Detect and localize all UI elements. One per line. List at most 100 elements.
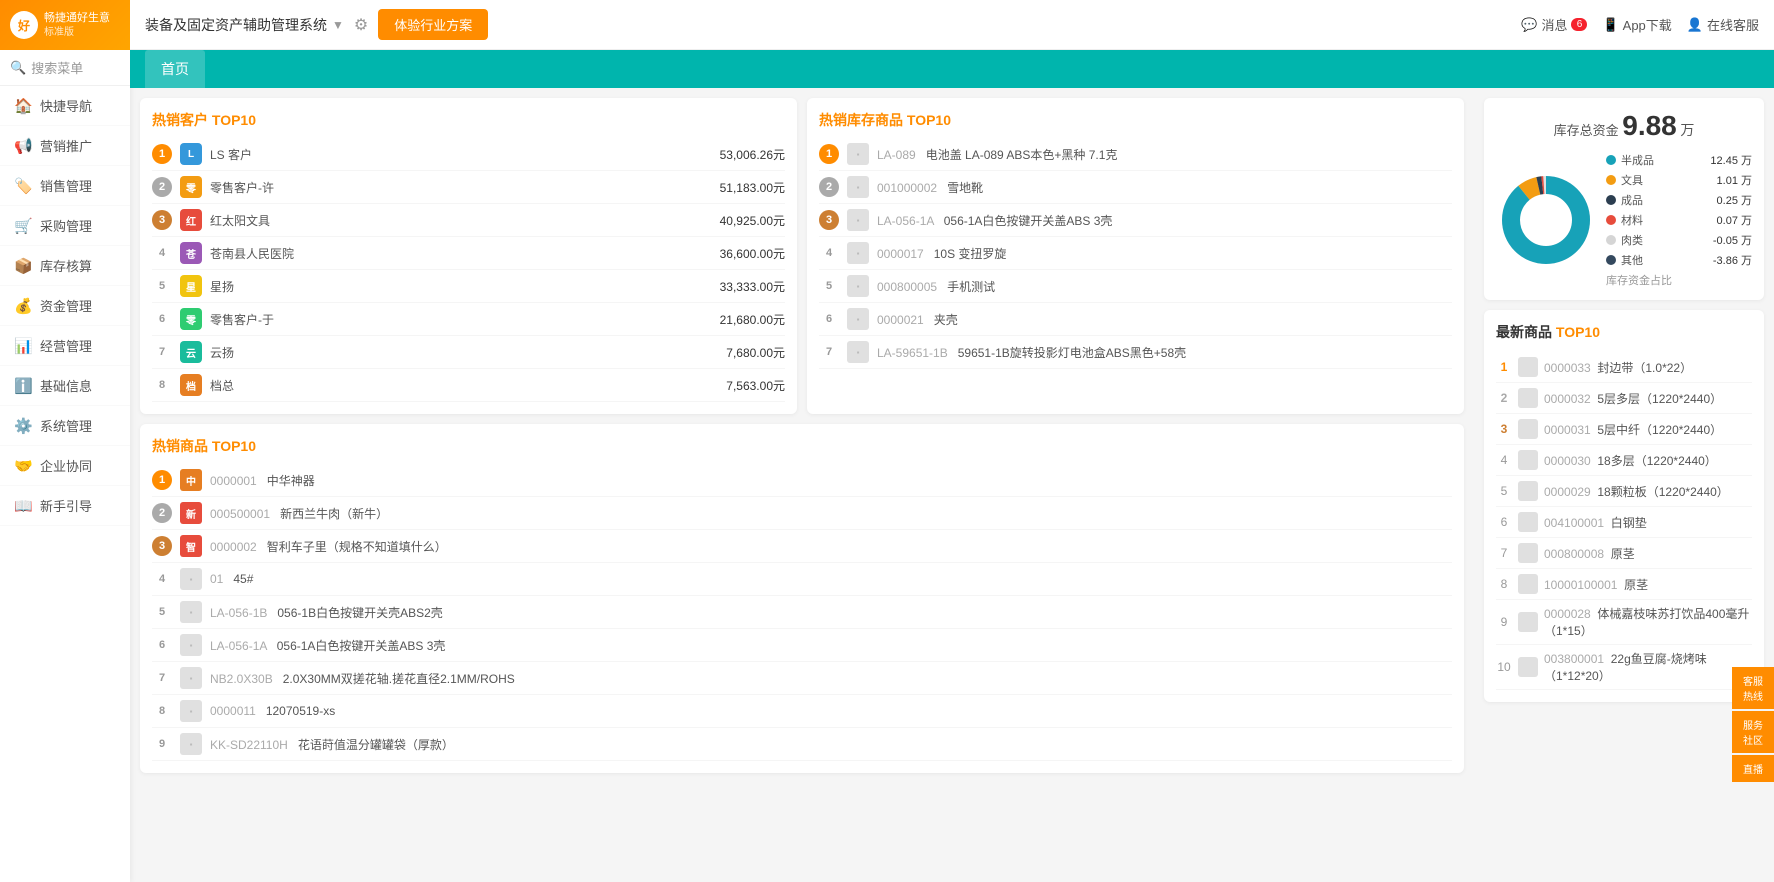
rank-number: 1 xyxy=(819,144,839,164)
legend-dot-meat xyxy=(1606,235,1616,245)
hot-product-rank-item: 8 ▪ 0000011 12070519-xs xyxy=(152,695,1452,728)
rank-name: LA-089 电池盖 LA-089 ABS本色+黑种 7.1克 xyxy=(877,146,1452,163)
new-product-item: 4 0000030 18多层（1220*2440） xyxy=(1496,445,1752,476)
message-button[interactable]: 💬 消息 6 xyxy=(1521,15,1587,34)
inventory-rank-item: 5 ▪ 000800005 手机测试 xyxy=(819,270,1452,303)
product-img: ▪ xyxy=(847,209,869,231)
new-product-name: 0000029 18颗粒板（1220*2440） xyxy=(1544,483,1752,500)
header: 装备及固定资产辅助管理系统 ▼ ⚙ 体验行业方案 💬 消息 6 📱 App下载 … xyxy=(130,0,1774,50)
inventory-rank-item: 6 ▪ 0000021 夹壳 xyxy=(819,303,1452,336)
inventory-rank-item: 2 ▪ 001000002 雪地靴 xyxy=(819,171,1452,204)
legend-item-finished: 成品 0.25 万 xyxy=(1606,192,1752,208)
topnav-home[interactable]: 首页 xyxy=(145,50,205,88)
header-right: 💬 消息 6 📱 App下载 👤 在线客服 xyxy=(1521,15,1759,34)
rank-name: KK-SD22110H 花语莳值温分罐罐袋（厚款） xyxy=(210,736,1452,753)
rank-name: 0000011 12070519-xs xyxy=(210,704,1452,718)
sidebar-item-system[interactable]: ⚙️ 系统管理 xyxy=(0,406,130,446)
rank-number: 8 xyxy=(152,375,172,395)
sidebar-item-finance[interactable]: 💰 资金管理 xyxy=(0,286,130,326)
legend-list: 半成品 12.45 万 文具 1.01 万 成品 0.25 万 xyxy=(1606,152,1752,288)
main-container: 装备及固定资产辅助管理系统 ▼ ⚙ 体验行业方案 💬 消息 6 📱 App下载 … xyxy=(130,0,1774,882)
rank-value: 33,333.00元 xyxy=(720,278,785,295)
message-icon: 💬 xyxy=(1521,17,1537,33)
float-service-btn[interactable]: 客服热线 xyxy=(1732,667,1774,709)
customer-rank-item: 4 苍 苍南县人民医院 36,600.00元 xyxy=(152,237,785,270)
online-service-button[interactable]: 👤 在线客服 xyxy=(1687,15,1759,34)
rank-value: 7,563.00元 xyxy=(726,377,785,394)
sidebar-item-collab[interactable]: 🤝 企业协同 xyxy=(0,446,130,486)
top-products-inventory-card: 热销库存商品 TOP10 1 ▪ LA-089 电池盖 LA-089 ABS本色… xyxy=(807,98,1464,414)
new-product-img xyxy=(1518,481,1538,501)
top-customers-card: 热销客户 TOP10 1 L LS 客户 53,006.26元 2 零 零售客户… xyxy=(140,98,797,414)
rank-name: 01 45# xyxy=(210,572,1452,586)
hot-products-list: 1 中 0000001 中华神器 2 新 000500001 新西兰牛肉（新牛）… xyxy=(152,464,1452,761)
sidebar-item-purchase[interactable]: 🛒 采购管理 xyxy=(0,206,130,246)
dropdown-icon[interactable]: ▼ xyxy=(332,18,344,32)
product-avatar: 新 xyxy=(180,502,202,524)
hot-products-card: 热销商品 TOP10 1 中 0000001 中华神器 2 新 00050000… xyxy=(140,424,1464,773)
new-rank-number: 5 xyxy=(1496,484,1512,498)
rank-value: 51,183.00元 xyxy=(720,179,785,196)
sidebar-item-basic-info[interactable]: ℹ️ 基础信息 xyxy=(0,366,130,406)
float-live-btn[interactable]: 直播 xyxy=(1732,755,1774,782)
sidebar-item-guide[interactable]: 📖 新手引导 xyxy=(0,486,130,526)
hot-product-rank-item: 6 ▪ LA-056-1A 056-1A白色按键开关盖ABS 3壳 xyxy=(152,629,1452,662)
float-community-btn[interactable]: 服务社区 xyxy=(1732,711,1774,753)
sidebar-item-inventory[interactable]: 📦 库存核算 xyxy=(0,246,130,286)
product-img: ▪ xyxy=(847,143,869,165)
inventory-rank-item: 7 ▪ LA-59651-1B 59651-1B旋转投影灯电池盒ABS黑色+58… xyxy=(819,336,1452,369)
hot-product-rank-item: 9 ▪ KK-SD22110H 花语莳值温分罐罐袋（厚款） xyxy=(152,728,1452,761)
new-product-item: 10 003800001 22g鱼豆腐-烧烤味（1*12*20） xyxy=(1496,645,1752,690)
trial-button[interactable]: 体验行业方案 xyxy=(378,9,488,40)
customer-rank-item: 2 零 零售客户-许 51,183.00元 xyxy=(152,171,785,204)
settings-icon[interactable]: ⚙ xyxy=(354,15,368,35)
rank-value: 53,006.26元 xyxy=(720,146,785,163)
right-panel: 库存总资金 9.88 万 xyxy=(1474,88,1774,882)
rank-name: 0000001 中华神器 xyxy=(210,472,1452,489)
rank-avatar: 零 xyxy=(180,308,202,330)
rank-number: 5 xyxy=(152,276,172,296)
rank-avatar: 档 xyxy=(180,374,202,396)
rank-name: LA-59651-1B 59651-1B旋转投影灯电池盒ABS黑色+58壳 xyxy=(877,344,1452,361)
rank-number: 7 xyxy=(819,342,839,362)
rank-value: 21,680.00元 xyxy=(720,311,785,328)
new-product-img xyxy=(1518,543,1538,563)
search-menu[interactable]: 🔍 搜索菜单 xyxy=(0,50,130,86)
customers-rank-list: 1 L LS 客户 53,006.26元 2 零 零售客户-许 51,183.0… xyxy=(152,138,785,402)
rank-name: 零售客户-于 xyxy=(210,311,712,328)
rank-number: 2 xyxy=(152,503,172,523)
customer-rank-item: 7 云 云扬 7,680.00元 xyxy=(152,336,785,369)
rank-number: 6 xyxy=(152,635,172,655)
new-product-name: 10000100001 原茎 xyxy=(1544,576,1752,593)
sidebar-item-operations[interactable]: 📊 经营管理 xyxy=(0,326,130,366)
rank-avatar: 星 xyxy=(180,275,202,297)
product-img: ▪ xyxy=(847,275,869,297)
new-product-img xyxy=(1518,512,1538,532)
new-product-item: 9 0000028 体械嘉枝味苏打饮品400毫升（1*15） xyxy=(1496,600,1752,645)
new-product-item: 2 0000032 5层多层（1220*2440） xyxy=(1496,383,1752,414)
sidebar-item-marketing[interactable]: 📢 营销推广 xyxy=(0,126,130,166)
hot-products-title: 热销商品 TOP10 xyxy=(152,436,1452,456)
rank-name: 星扬 xyxy=(210,278,712,295)
new-product-name: 0000033 封边带（1.0*22） xyxy=(1544,359,1752,376)
product-avatar: 中 xyxy=(180,469,202,491)
customer-rank-item: 3 红 红太阳文具 40,925.00元 xyxy=(152,204,785,237)
hot-product-rank-item: 7 ▪ NB2.0X30B 2.0X30MM双搓花轴.搓花直径2.1MM/ROH… xyxy=(152,662,1452,695)
new-product-img xyxy=(1518,357,1538,377)
sidebar-item-sales[interactable]: 🏷️ 销售管理 xyxy=(0,166,130,206)
rank-number: 1 xyxy=(152,144,172,164)
rank-name: LA-056-1A 056-1A白色按键开关盖ABS 3壳 xyxy=(210,637,1452,654)
sidebar-item-quick-nav[interactable]: 🏠 快捷导航 xyxy=(0,86,130,126)
guide-icon: 📖 xyxy=(14,497,32,515)
legend-item-material: 材料 0.07 万 xyxy=(1606,212,1752,228)
rank-number: 5 xyxy=(152,602,172,622)
legend-dot-finished xyxy=(1606,195,1616,205)
inventory-rank-item: 1 ▪ LA-089 电池盖 LA-089 ABS本色+黑种 7.1克 xyxy=(819,138,1452,171)
app-download-button[interactable]: 📱 App下载 xyxy=(1602,15,1671,34)
service-icon: 👤 xyxy=(1687,17,1703,33)
new-product-name: 0000032 5层多层（1220*2440） xyxy=(1544,390,1752,407)
rank-number: 6 xyxy=(819,309,839,329)
donut-chart-svg xyxy=(1496,170,1596,270)
rank-number: 4 xyxy=(152,569,172,589)
logo-text: 畅捷通好生意 标准版 xyxy=(44,11,110,38)
